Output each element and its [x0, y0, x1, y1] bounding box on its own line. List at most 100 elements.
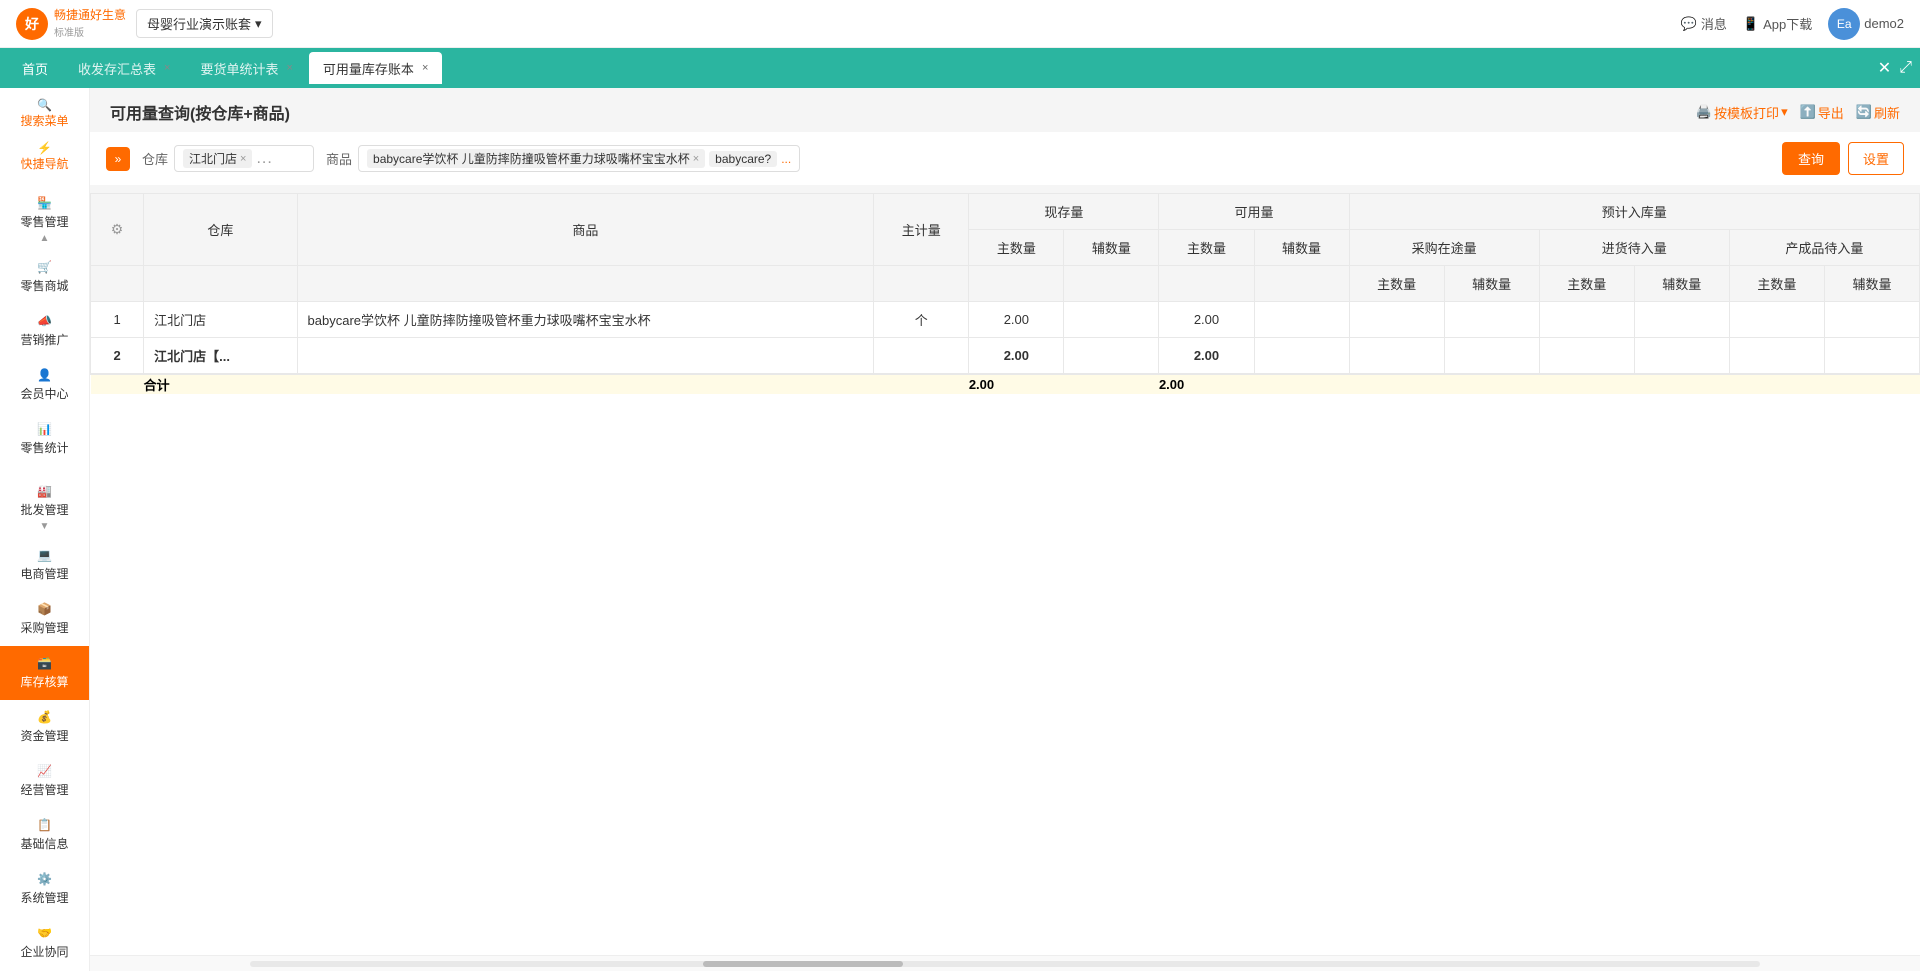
summary-pa-aux: [1634, 374, 1729, 394]
product-more[interactable]: ...: [781, 152, 791, 166]
industry-label: 母婴行业演示账套: [147, 14, 251, 33]
filter-actions: 查询 设置: [1782, 142, 1904, 175]
retail-mall-icon: 🛒: [37, 260, 52, 274]
logo-sub: 标准版: [54, 24, 126, 39]
marketing-label: 营销推广: [20, 331, 68, 348]
user-name: demo2: [1864, 16, 1904, 31]
product-tag-1: babycare学饮杯 儿童防摔防撞吸管杯重力球吸嘴杯宝宝水杯 ×: [367, 149, 705, 168]
tab-order-stat-label: 要货单统计表: [200, 59, 278, 78]
app-download-btn[interactable]: 📱 App下载: [1743, 14, 1812, 33]
member-icon: 👤: [37, 368, 52, 382]
sidebar-search[interactable]: 🔍 搜索菜单: [0, 88, 89, 135]
th-settings[interactable]: ⚙: [91, 194, 144, 266]
summary-current-aux: [1064, 374, 1159, 394]
product-tags[interactable]: babycare学饮杯 儿童防摔防撞吸管杯重力球吸嘴杯宝宝水杯 × babyca…: [358, 145, 800, 172]
tab-home[interactable]: 首页: [8, 52, 62, 84]
export-btn[interactable]: ⬆️ 导出: [1800, 103, 1844, 122]
summary-available-aux: [1254, 374, 1349, 394]
row2-warehouse: 江北门店【...: [144, 338, 297, 375]
sidebar-item-retail-mall[interactable]: 🛒 零售商城: [0, 250, 89, 304]
close-tab-available-stock[interactable]: ×: [422, 62, 428, 74]
th-available: 可用量: [1159, 194, 1349, 230]
sidebar-item-marketing[interactable]: 📣 营销推广: [0, 304, 89, 358]
row1-prod-aux: [1824, 302, 1919, 338]
sidebar-item-finance-mgmt[interactable]: 💰 资金管理: [0, 700, 89, 754]
tab-available-stock-label: 可用量库存账本: [323, 59, 414, 78]
th-pt-main: 主数量: [1349, 266, 1444, 302]
app-icon: 📱: [1743, 16, 1759, 32]
content-area: 可用量查询(按仓库+商品) 🖨️ 按模板打印 ▾ ⬆️ 导出 🔄 刷新: [90, 88, 1920, 971]
retail-mgmt-arrow: ▲: [40, 233, 50, 244]
ops-icon: 📈: [37, 764, 52, 778]
warehouse-label: 仓库: [142, 149, 168, 168]
query-btn[interactable]: 查询: [1782, 142, 1840, 175]
th-expected-inbound: 预计入库量: [1349, 194, 1919, 230]
footer-scrollbar[interactable]: [90, 955, 1920, 971]
top-bar-left: 好 畅捷通好生意 标准版 母婴行业演示账套 ▾: [16, 8, 273, 40]
close-all-tabs-icon[interactable]: ✕: [1878, 58, 1891, 78]
th-empty-3: [297, 266, 874, 302]
top-bar-right: 💬 消息 📱 App下载 Ea demo2: [1681, 8, 1904, 40]
sidebar-item-stock-check[interactable]: 🗃️ 库存核算: [0, 646, 89, 700]
settings-btn[interactable]: 设置: [1848, 142, 1904, 175]
sidebar-item-retail-stats[interactable]: 📊 零售统计: [0, 412, 89, 466]
row2-prod-aux: [1824, 338, 1919, 375]
th-product: 商品: [297, 194, 874, 266]
table-row: 1 江北门店 babycare学饮杯 儿童防摔防撞吸管杯重力球吸嘴杯宝宝水杯 个…: [91, 302, 1920, 338]
warehouse-tags[interactable]: 江北门店 × ...: [174, 145, 314, 172]
message-icon: 💬: [1681, 16, 1697, 32]
message-btn[interactable]: 💬 消息: [1681, 14, 1727, 33]
purchase-icon: 📦: [37, 602, 52, 616]
tab-order-stat[interactable]: 要货单统计表 ×: [186, 52, 306, 84]
tab-available-stock[interactable]: 可用量库存账本 ×: [309, 52, 442, 84]
sidebar-search-label: 搜索菜单: [8, 112, 81, 129]
th-production-arrival: 产成品待入量: [1729, 230, 1919, 266]
sidebar-item-purchase-mgmt[interactable]: 📦 采购管理: [0, 592, 89, 646]
th-empty-4: [874, 266, 969, 302]
user-menu[interactable]: Ea demo2: [1828, 8, 1904, 40]
row1-product: babycare学饮杯 儿童防摔防撞吸管杯重力球吸嘴杯宝宝水杯: [297, 302, 874, 338]
settings-icon[interactable]: ⚙: [111, 221, 124, 237]
industry-selector[interactable]: 母婴行业演示账套 ▾: [136, 9, 273, 38]
print-template-btn[interactable]: 🖨️ 按模板打印 ▾: [1696, 103, 1788, 122]
page-header: 可用量查询(按仓库+商品) 🖨️ 按模板打印 ▾ ⬆️ 导出 🔄 刷新: [90, 88, 1920, 132]
warehouse-tag-close[interactable]: ×: [240, 153, 246, 165]
close-tab-order-stat[interactable]: ×: [286, 62, 292, 74]
sidebar-item-sys-mgmt[interactable]: ⚙️ 系统管理: [0, 862, 89, 916]
sidebar-item-member-center[interactable]: 👤 会员中心: [0, 358, 89, 412]
close-tab-receive-send[interactable]: ×: [164, 62, 170, 74]
sidebar-quick-nav[interactable]: ⚡ 快捷导航: [0, 135, 89, 178]
print-label: 按模板打印: [1714, 103, 1779, 122]
finance-icon: 💰: [37, 710, 52, 724]
summary-pt-aux: [1444, 374, 1539, 394]
fullscreen-icon[interactable]: ⤢: [1899, 59, 1912, 77]
stock-icon: 🗃️: [37, 656, 52, 670]
th-purchase-transit: 采购在途量: [1349, 230, 1539, 266]
sidebar-item-ops-mgmt[interactable]: 📈 经营管理: [0, 754, 89, 808]
sidebar-item-wholesale-mgmt[interactable]: 🏭 批发管理 ▼: [0, 474, 89, 538]
warehouse-more[interactable]: ...: [256, 150, 272, 168]
row1-pt-main: [1349, 302, 1444, 338]
product-tag-text-2: babycare?: [715, 152, 771, 166]
product-filter: 商品 babycare学饮杯 儿童防摔防撞吸管杯重力球吸嘴杯宝宝水杯 × bab…: [326, 145, 800, 172]
expand-icon: »: [115, 152, 122, 166]
avatar: Ea: [1828, 8, 1860, 40]
print-icon: 🖨️: [1696, 104, 1712, 120]
sidebar-item-retail-mgmt[interactable]: 🏪 零售管理 ▲: [0, 186, 89, 250]
message-label: 消息: [1701, 14, 1727, 33]
sidebar-item-basic-info[interactable]: 📋 基础信息: [0, 808, 89, 862]
product-tag-close-1[interactable]: ×: [693, 153, 699, 165]
sidebar-item-enterprise-collab[interactable]: 🤝 企业协同: [0, 916, 89, 970]
filter-expand-btn[interactable]: »: [106, 147, 130, 171]
collab-label: 企业协同: [20, 943, 68, 960]
th-available-aux: 辅数量: [1254, 230, 1349, 266]
row1-current-aux: [1064, 302, 1159, 338]
row2-prod-main: [1729, 338, 1824, 375]
row1-pa-main: [1539, 302, 1634, 338]
sidebar-item-ecommerce[interactable]: 💻 电商管理: [0, 538, 89, 592]
refresh-btn[interactable]: 🔄 刷新: [1856, 103, 1900, 122]
tab-receive-send[interactable]: 收发存汇总表 ×: [64, 52, 184, 84]
tab-receive-send-label: 收发存汇总表: [78, 59, 156, 78]
th-empty-5: [969, 266, 1064, 302]
logo-text-area: 畅捷通好生意 标准版: [54, 8, 126, 39]
